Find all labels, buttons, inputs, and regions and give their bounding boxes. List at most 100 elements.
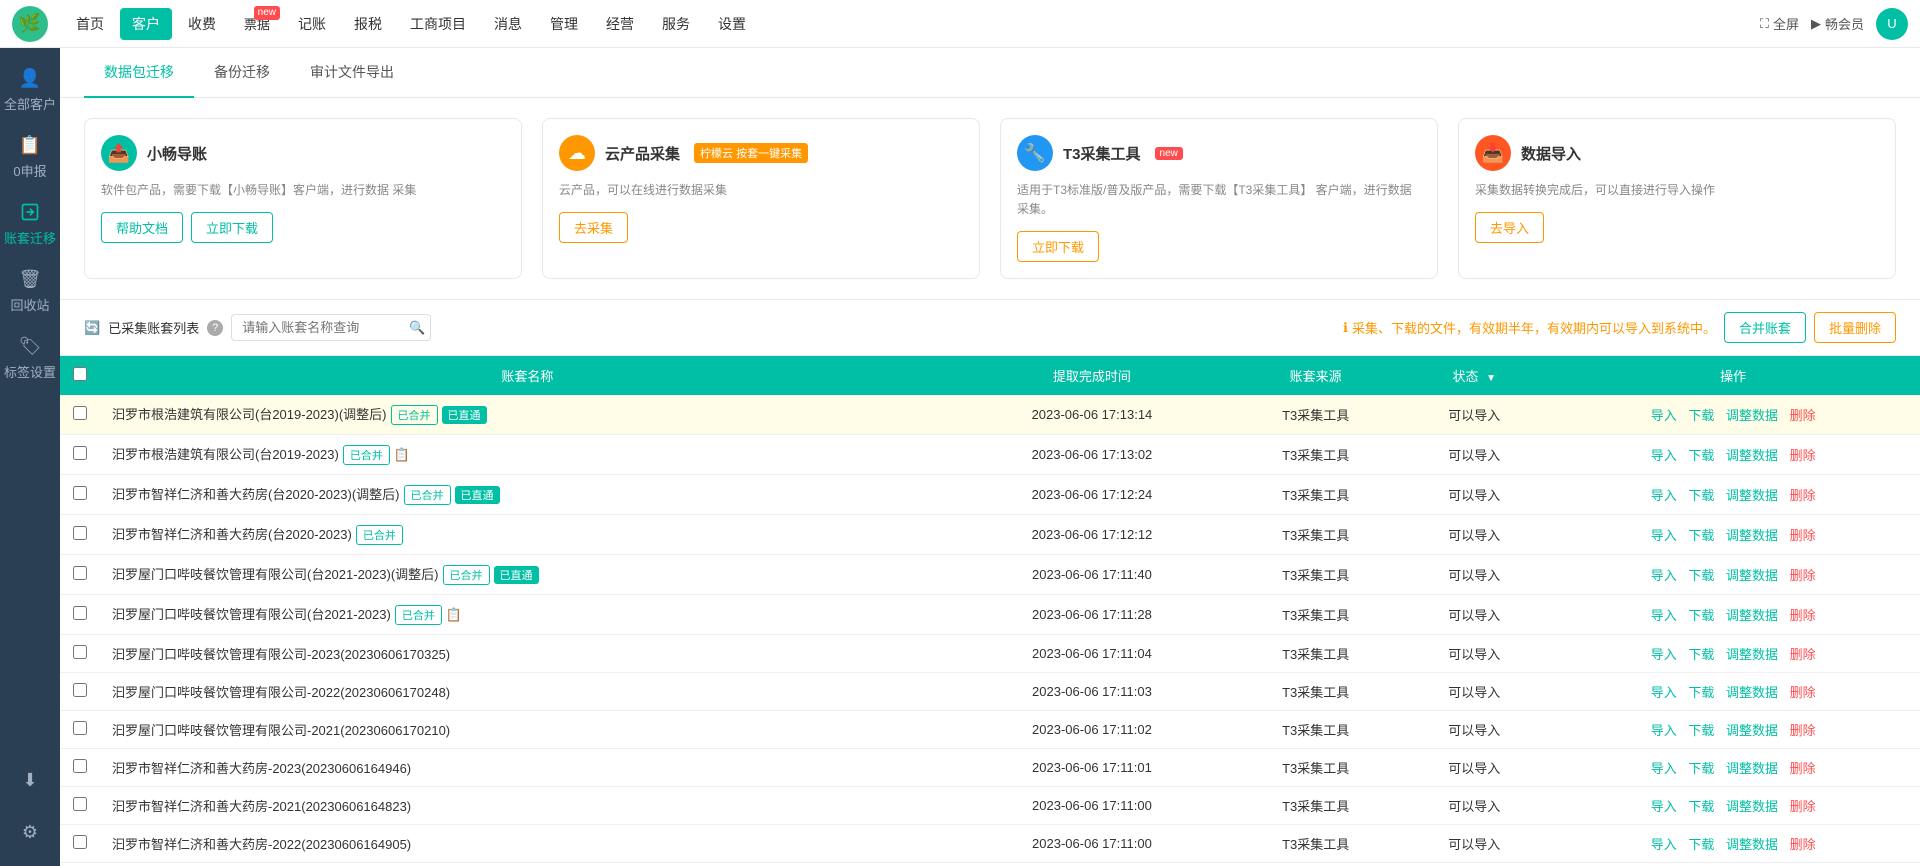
download-btn[interactable]: 下载 (1688, 528, 1714, 543)
adjust-btn[interactable]: 调整数据 (1726, 568, 1778, 583)
refresh-icon[interactable]: 🔄 (84, 320, 100, 336)
nav-settings[interactable]: 设置 (706, 8, 758, 40)
row-checkbox-10[interactable] (73, 797, 87, 811)
import-btn[interactable]: 导入 (1651, 799, 1677, 814)
status-sort-icon[interactable]: ▼ (1486, 373, 1496, 384)
adjust-btn[interactable]: 调整数据 (1726, 723, 1778, 738)
import-btn[interactable]: 导入 (1651, 488, 1677, 503)
adjust-btn[interactable]: 调整数据 (1726, 685, 1778, 700)
delete-btn[interactable]: 删除 (1790, 799, 1816, 814)
tab-backup-migrate[interactable]: 备份迁移 (194, 48, 290, 98)
row-checkbox-2[interactable] (73, 486, 87, 500)
import-btn[interactable]: 导入 (1651, 448, 1677, 463)
import-btn[interactable]: 导入 (1651, 761, 1677, 776)
search-icon[interactable]: 🔍 (409, 320, 425, 336)
nav-home[interactable]: 首页 (64, 8, 116, 40)
nav-message[interactable]: 消息 (482, 8, 534, 40)
row-checkbox-8[interactable] (73, 721, 87, 735)
row-checkbox-9[interactable] (73, 759, 87, 773)
delete-btn[interactable]: 删除 (1790, 408, 1816, 423)
sidebar-item-account-migrate[interactable]: 账套迁移 (0, 190, 60, 257)
download-btn[interactable]: 下载 (1688, 408, 1714, 423)
adjust-btn[interactable]: 调整数据 (1726, 647, 1778, 662)
row-checkbox-1[interactable] (73, 446, 87, 460)
row-checkbox-6[interactable] (73, 645, 87, 659)
t3-actions: 立即下载 (1017, 231, 1421, 262)
download-btn[interactable]: 下载 (1688, 647, 1714, 662)
adjust-btn[interactable]: 调整数据 (1726, 761, 1778, 776)
nav-customer[interactable]: 客户 (120, 8, 172, 40)
import-btn[interactable]: 导入 (1651, 837, 1677, 852)
select-all-checkbox[interactable] (73, 367, 87, 381)
delete-btn[interactable]: 删除 (1790, 647, 1816, 662)
user-avatar[interactable]: U (1876, 8, 1908, 40)
adjust-btn[interactable]: 调整数据 (1726, 608, 1778, 623)
download-btn[interactable]: 下载 (1688, 488, 1714, 503)
adjust-btn[interactable]: 调整数据 (1726, 448, 1778, 463)
nav-business[interactable]: 工商项目 (398, 8, 478, 40)
batch-delete-btn[interactable]: 批量删除 (1814, 312, 1896, 343)
row-checkbox-4[interactable] (73, 566, 87, 580)
import-btn[interactable]: 导入 (1651, 685, 1677, 700)
nav-accounting[interactable]: 记账 (286, 8, 338, 40)
table-row: 汩罗市智祥仁济和善大药房-2023(20230606164946)2023-06… (60, 749, 1920, 787)
download-btn[interactable]: 下载 (1688, 608, 1714, 623)
adjust-btn[interactable]: 调整数据 (1726, 799, 1778, 814)
nav-invoice[interactable]: 票据 new (232, 8, 282, 39)
row-checkbox-3[interactable] (73, 526, 87, 540)
sidebar-download[interactable]: ⬇ (18, 758, 42, 802)
search-input[interactable] (231, 314, 431, 341)
download-btn[interactable]: 下载 (1688, 685, 1714, 700)
download-btn[interactable]: 下载 (1688, 837, 1714, 852)
delete-btn[interactable]: 删除 (1790, 685, 1816, 700)
download-btn[interactable]: 下载 (1688, 761, 1714, 776)
download-btn[interactable]: 下载 (1688, 799, 1714, 814)
t3-download-btn[interactable]: 立即下载 (1017, 231, 1099, 262)
nav-manage[interactable]: 管理 (538, 8, 590, 40)
dataimport-goto-btn[interactable]: 去导入 (1475, 212, 1544, 243)
delete-btn[interactable]: 删除 (1790, 761, 1816, 776)
delete-btn[interactable]: 删除 (1790, 488, 1816, 503)
import-btn[interactable]: 导入 (1651, 608, 1677, 623)
adjust-btn[interactable]: 调整数据 (1726, 837, 1778, 852)
import-btn[interactable]: 导入 (1651, 647, 1677, 662)
xiaochang-help-btn[interactable]: 帮助文档 (101, 212, 183, 243)
download-btn[interactable]: 下载 (1688, 448, 1714, 463)
import-btn[interactable]: 导入 (1651, 568, 1677, 583)
delete-btn[interactable]: 删除 (1790, 448, 1816, 463)
row-checkbox-11[interactable] (73, 835, 87, 849)
adjust-btn[interactable]: 调整数据 (1726, 488, 1778, 503)
delete-btn[interactable]: 删除 (1790, 837, 1816, 852)
delete-btn[interactable]: 删除 (1790, 723, 1816, 738)
nav-service[interactable]: 服务 (650, 8, 702, 40)
fullscreen-button[interactable]: ⛶ 全屏 (1760, 14, 1799, 33)
row-checkbox-7[interactable] (73, 683, 87, 697)
nav-tax[interactable]: 报税 (342, 8, 394, 40)
sidebar-item-recycle[interactable]: 🗑 回收站 (0, 257, 60, 324)
nav-operation[interactable]: 经营 (594, 8, 646, 40)
delete-btn[interactable]: 删除 (1790, 608, 1816, 623)
xiaochang-download-btn[interactable]: 立即下载 (191, 212, 273, 243)
sidebar-item-zero-declare[interactable]: 📋 0申报 (0, 123, 60, 190)
row-source: T3采集工具 (1229, 515, 1402, 555)
sidebar-item-tag-settings[interactable]: 🏷 标签设置 (0, 324, 60, 391)
download-btn[interactable]: 下载 (1688, 723, 1714, 738)
import-btn[interactable]: 导入 (1651, 408, 1677, 423)
adjust-btn[interactable]: 调整数据 (1726, 408, 1778, 423)
tab-audit-export[interactable]: 审计文件导出 (290, 48, 414, 98)
delete-btn[interactable]: 删除 (1790, 528, 1816, 543)
tab-data-migrate[interactable]: 数据包迁移 (84, 48, 194, 98)
import-btn[interactable]: 导入 (1651, 528, 1677, 543)
sidebar-item-all-customers[interactable]: 👤 全部客户 (0, 56, 60, 123)
member-button[interactable]: ▶ 畅会员 (1811, 14, 1864, 33)
row-checkbox-0[interactable] (73, 406, 87, 420)
sidebar-gear[interactable]: ⚙ (18, 810, 42, 854)
import-btn[interactable]: 导入 (1651, 723, 1677, 738)
adjust-btn[interactable]: 调整数据 (1726, 528, 1778, 543)
row-checkbox-5[interactable] (73, 606, 87, 620)
delete-btn[interactable]: 删除 (1790, 568, 1816, 583)
download-btn[interactable]: 下载 (1688, 568, 1714, 583)
cloud-collect-btn[interactable]: 去采集 (559, 212, 628, 243)
nav-fee[interactable]: 收费 (176, 8, 228, 40)
merge-btn[interactable]: 合并账套 (1724, 312, 1806, 343)
